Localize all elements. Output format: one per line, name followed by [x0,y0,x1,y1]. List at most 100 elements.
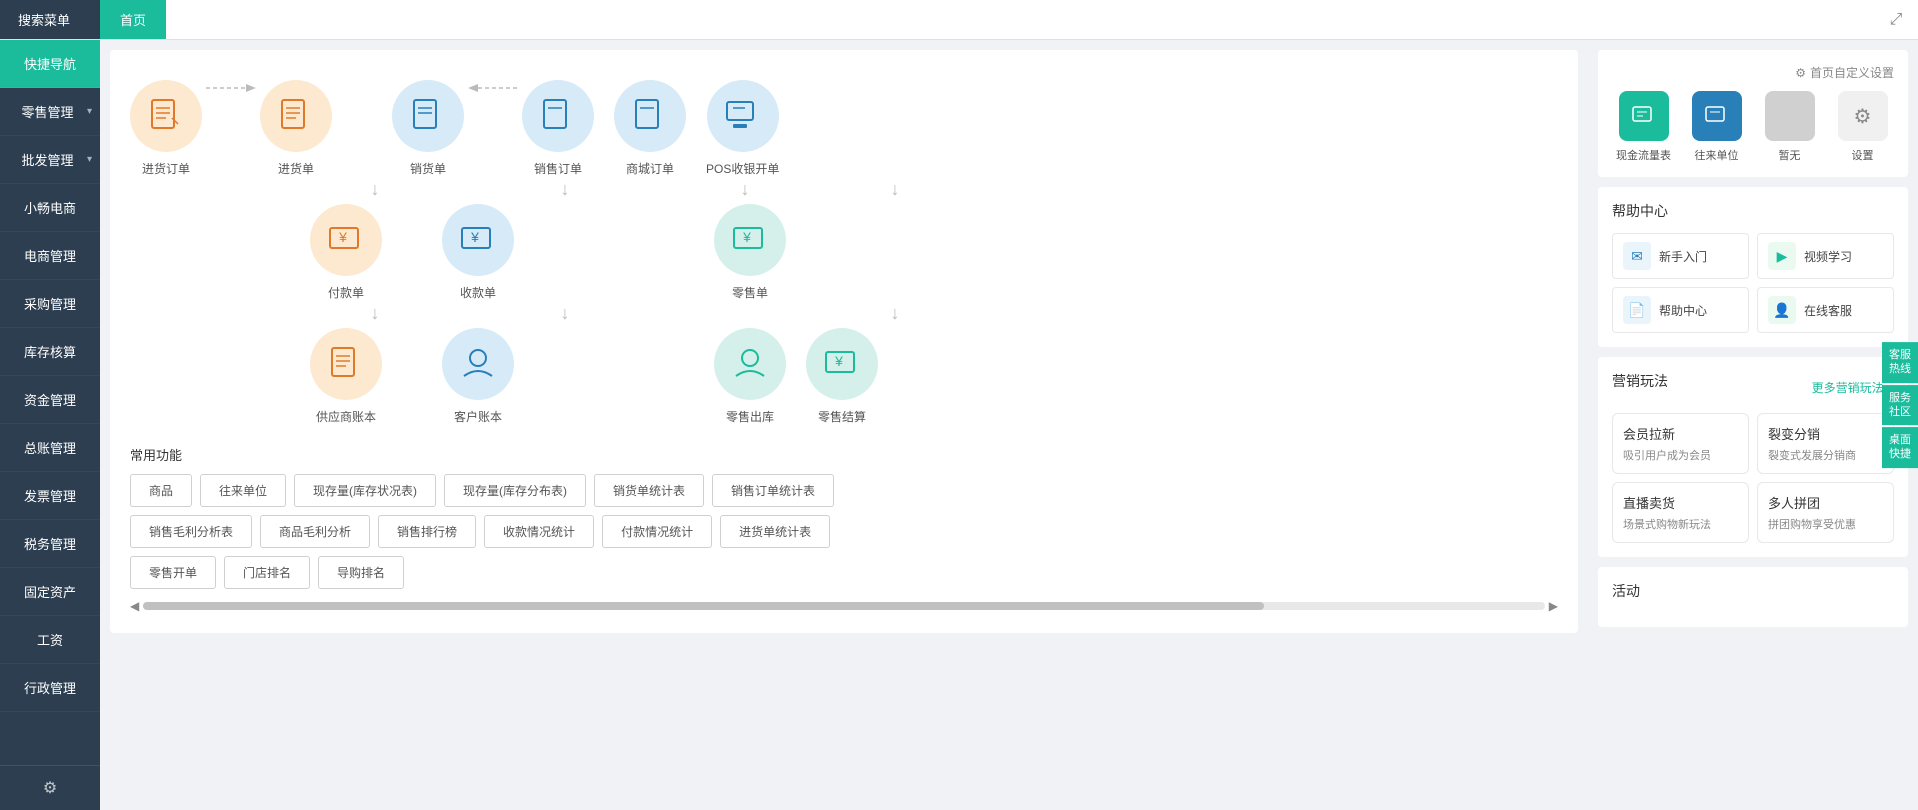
func-btn-purchase-stat[interactable]: 进货单统计表 [720,515,830,548]
func-btn-order-stat[interactable]: 销售订单统计表 [712,474,834,507]
tab-home[interactable]: 首页 [100,0,166,39]
scroll-bar: ◀ ▶ [130,599,1558,613]
func-btn-stock2[interactable]: 现存量(库存分布表) [444,474,586,507]
arrow-down-xiaoshou: ↓ [680,179,810,200]
flow-node-xiaoshou-order[interactable]: 销售订单 [522,80,594,177]
sidebar-gear-icon[interactable]: ⚙ [43,778,57,798]
quick-icon-partners[interactable]: 往来单位 [1685,91,1748,163]
func-btn-store-rank[interactable]: 门店排名 [224,556,310,589]
func-btn-sales-stat[interactable]: 销货单统计表 [594,474,704,507]
sidebar-item-finance[interactable]: 资金管理 [0,376,100,424]
marketing-title: 营销玩法 [1612,371,1668,391]
float-btn-community[interactable]: 服务社区 [1882,385,1918,426]
activity-panel: 活动 [1598,567,1908,627]
help-grid: ✉ 新手入门 ▶ 视频学习 📄 帮助中心 👤 在线客服 [1612,233,1894,333]
marketing-item-member[interactable]: 会员拉新 吸引用户成为会员 [1612,413,1749,474]
search-menu[interactable]: 搜索菜单 [0,0,100,39]
activity-title: 活动 [1612,581,1894,601]
arrow-down-fukuan: ↓ [310,303,440,324]
right-panel: ⚙ 首页自定义设置 现金流量表 往来单位 [1588,40,1918,810]
flow-node-fukuan[interactable]: ¥ 付款单 [310,204,382,301]
sidebar-item-wholesale[interactable]: 批发管理 ▾ [0,136,100,184]
marketing-grid: 会员拉新 吸引用户成为会员 裂变分销 裂变式发展分销商 直播卖货 场景式购物新玩… [1612,413,1894,543]
flow-node-gongyingshang[interactable]: 供应商账本 [310,328,382,425]
flow-node-kehu[interactable]: 客户账本 [442,328,514,425]
func-btn-receipt-stat[interactable]: 收款情况统计 [484,515,594,548]
func-btn-ranking[interactable]: 销售排行榜 [378,515,476,548]
flow-node-pos[interactable]: POS收银开单 [706,80,779,177]
quick-access-panel: ⚙ 首页自定义设置 现金流量表 往来单位 [1598,50,1908,177]
flow-node-shangcheng[interactable]: 商城订单 [614,80,686,177]
sidebar-item-retail[interactable]: 零售管理 ▾ [0,88,100,136]
arrow-down-lingshoe: ↓ [830,303,960,324]
func-btn-goods[interactable]: 商品 [130,474,192,507]
arrow-order-to-single [206,80,256,118]
marketing-panel: 营销玩法 更多营销玩法 > 会员拉新 吸引用户成为会员 裂变分销 裂变式发展分销… [1598,357,1908,557]
sidebar-item-asset[interactable]: 固定资产 [0,568,100,616]
sidebar-item-inventory[interactable]: 库存核算 [0,328,100,376]
common-functions-title: 常用功能 [130,445,1558,464]
scroll-left-icon[interactable]: ◀ [130,599,139,613]
func-buttons-row1: 商品 往来单位 现存量(库存状况表) 现存量(库存分布表) 销货单统计表 销售订… [130,474,1558,507]
flow-node-lingshoe[interactable]: ¥ 零售单 [714,204,786,301]
arrow-down-shangcheng: ↓ [830,179,960,200]
svg-text:¥: ¥ [742,229,751,245]
help-item-video[interactable]: ▶ 视频学习 [1757,233,1894,279]
float-btn-hotline[interactable]: 客服热线 [1882,342,1918,383]
flow-node-jiesuan[interactable]: ¥ 零售结算 [806,328,878,425]
help-center-panel: 帮助中心 ✉ 新手入门 ▶ 视频学习 📄 帮助中心 👤 [1598,187,1908,347]
func-btn-payment-stat[interactable]: 付款情况统计 [602,515,712,548]
sidebar-item-ecommerce[interactable]: 电商管理 [0,232,100,280]
marketing-item-live[interactable]: 直播卖货 场景式购物新玩法 [1612,482,1749,543]
sidebar-item-tax[interactable]: 税务管理 [0,520,100,568]
sidebar: 快捷导航 零售管理 ▾ 批发管理 ▾ 小畅电商 电商管理 采购管理 库存核算 资… [0,40,100,810]
func-btn-partners[interactable]: 往来单位 [200,474,286,507]
func-btn-retail-order[interactable]: 零售开单 [130,556,216,589]
help-center-title: 帮助中心 [1612,201,1894,221]
svg-text:¥: ¥ [470,229,479,245]
main-card: 进货订单 进货单 [110,50,1578,633]
expand-icon[interactable]: ⤢ [1886,10,1906,30]
sidebar-bottom: ⚙ [0,765,100,810]
sidebar-item-invoice[interactable]: 发票管理 [0,472,100,520]
flow-node-jinhuo-single[interactable]: 进货单 [260,80,332,177]
quick-icon-none[interactable]: 暂无 [1758,91,1821,163]
arrow-down-shoukuan: ↓ [500,303,630,324]
gear-icon: ⚙ [1795,66,1806,80]
flow-diagram: 进货订单 进货单 [130,70,1558,445]
top-bar: 搜索菜单 首页 ⤢ [0,0,1918,40]
marketing-item-fission[interactable]: 裂变分销 裂变式发展分销商 [1757,413,1894,474]
flow-node-chuku[interactable]: 零售出库 [714,328,786,425]
func-btn-profit2[interactable]: 商品毛利分析 [260,515,370,548]
func-btn-stock1[interactable]: 现存量(库存状况表) [294,474,436,507]
marketing-item-group[interactable]: 多人拼团 拼团购物享受优惠 [1757,482,1894,543]
quick-icon-settings[interactable]: ⚙ 设置 [1831,91,1894,163]
sidebar-item-salary[interactable]: 工资 [0,616,100,664]
scroll-thumb [143,602,1264,610]
marketing-header: 营销玩法 更多营销玩法 > [1612,371,1894,403]
help-item-customer-service[interactable]: 👤 在线客服 [1757,287,1894,333]
sidebar-item-admin[interactable]: 行政管理 [0,664,100,712]
sidebar-item-quicknav[interactable]: 快捷导航 [0,40,100,88]
flow-node-jinhuo-order[interactable]: 进货订单 [130,80,202,177]
help-item-beginner[interactable]: ✉ 新手入门 [1612,233,1749,279]
arrow-down-jinhuo: ↓ [310,179,440,200]
scroll-right-icon[interactable]: ▶ [1549,599,1558,613]
scroll-track[interactable] [143,602,1545,610]
content-area: 进货订单 进货单 [100,40,1918,810]
customize-button[interactable]: ⚙ 首页自定义设置 [1795,64,1894,81]
quick-icons-row: 现金流量表 往来单位 暂无 ⚙ [1612,91,1894,163]
func-btn-profit1[interactable]: 销售毛利分析表 [130,515,252,548]
arrow-down-xiaohuo: ↓ [500,179,630,200]
help-item-helpcenter[interactable]: 📄 帮助中心 [1612,287,1749,333]
quick-icon-cashflow[interactable]: 现金流量表 [1612,91,1675,163]
sidebar-item-purchase[interactable]: 采购管理 [0,280,100,328]
flow-node-xiaohuo[interactable]: 销货单 [392,80,464,177]
flow-node-shoukuan[interactable]: ¥ 收款单 [442,204,514,301]
float-btn-desktop[interactable]: 桌面快捷 [1882,427,1918,468]
func-btn-guide-rank[interactable]: 导购排名 [318,556,404,589]
sidebar-item-ledger[interactable]: 总账管理 [0,424,100,472]
main-layout: 快捷导航 零售管理 ▾ 批发管理 ▾ 小畅电商 电商管理 采购管理 库存核算 资… [0,40,1918,810]
sidebar-item-ecommerce-small[interactable]: 小畅电商 [0,184,100,232]
func-buttons-row3: 零售开单 门店排名 导购排名 [130,556,1558,589]
